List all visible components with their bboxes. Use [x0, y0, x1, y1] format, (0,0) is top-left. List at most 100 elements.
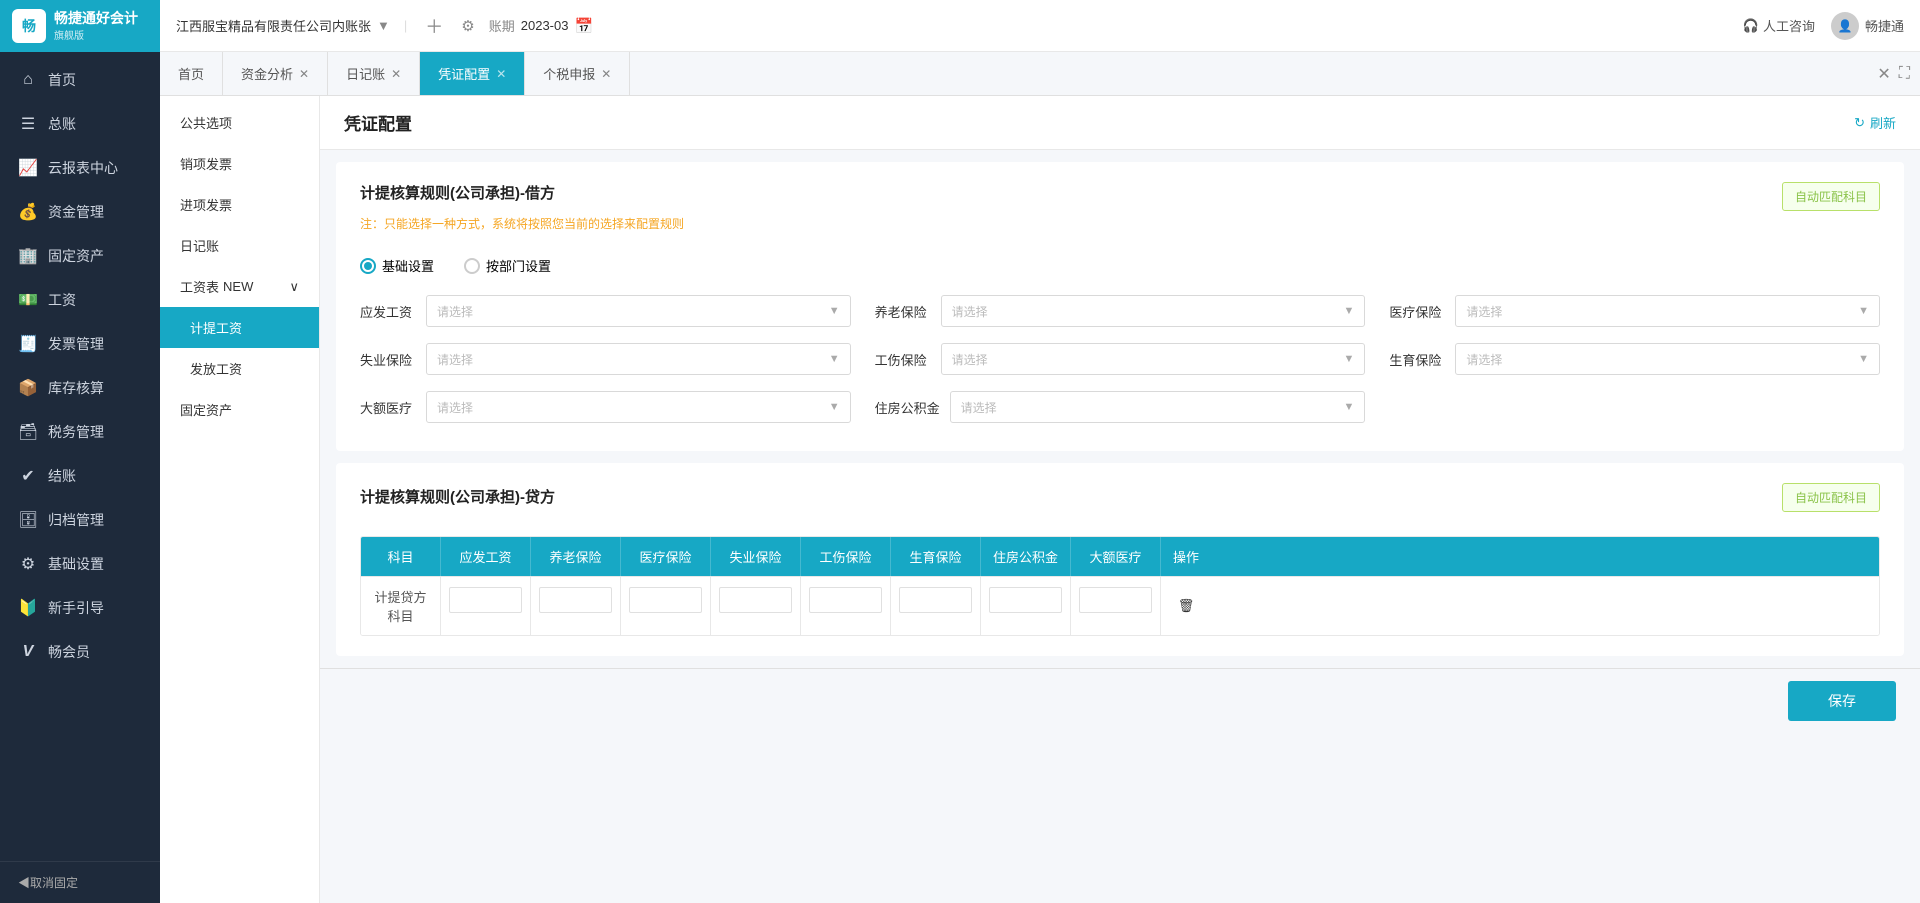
auto-match-credit-button[interactable]: 自动匹配科目 — [1782, 483, 1880, 512]
sidebar-item-assets[interactable]: 🏢 固定资产 — [0, 234, 160, 278]
cell-maternity — [891, 577, 981, 635]
leftnav-sales[interactable]: 销项发票 — [160, 143, 319, 184]
new-badge: NEW — [223, 279, 253, 294]
sidebar-item-tax[interactable]: 🗃 税务管理 — [0, 410, 160, 454]
sidebar-item-inventory[interactable]: 📦 库存核算 — [0, 366, 160, 410]
tab-home[interactable]: 首页 — [160, 52, 223, 95]
tab-funds[interactable]: 资金分析 ✕ — [223, 52, 328, 95]
save-bar: 保存 — [320, 668, 1920, 733]
user-menu[interactable]: 👤 畅捷通 — [1831, 12, 1904, 40]
auto-match-debit-button[interactable]: 自动匹配科目 — [1782, 182, 1880, 211]
injury-chevron-icon: ▼ — [1343, 353, 1354, 365]
row-label: 计提贷方科目 — [361, 577, 441, 635]
sidebar-nav: ⌂ 首页 ☰ 总账 📈 云报表中心 💰 资金管理 🏢 固定资产 💵 工资 🧾 发… — [0, 52, 160, 861]
salary-select[interactable]: 请选择 ▼ — [426, 295, 851, 327]
maternity-label: 生育保险 — [1389, 350, 1445, 369]
tab-journal-close-icon[interactable]: ✕ — [391, 67, 401, 81]
injury-label: 工伤保险 — [875, 350, 931, 369]
topbar-divider: | — [404, 18, 407, 33]
leftnav-public[interactable]: 公共选项 — [160, 102, 319, 143]
pension-chevron-icon: ▼ — [1343, 305, 1354, 317]
table-row: 计提贷方科目 — [361, 576, 1879, 635]
tab-expand-icon[interactable]: ⛶ — [1899, 65, 1910, 83]
input-injury[interactable] — [809, 587, 882, 613]
salary-label: 应发工资 — [360, 302, 416, 321]
medical-select[interactable]: 请选择 ▼ — [1455, 295, 1880, 327]
input-pension[interactable] — [539, 587, 612, 613]
leftnav-fixed[interactable]: 固定资产 — [160, 389, 319, 430]
field-medical: 医疗保险 请选择 ▼ — [1389, 295, 1880, 327]
input-housingfund[interactable] — [989, 587, 1062, 613]
radio-dept[interactable]: 按部门设置 — [464, 256, 551, 275]
field-housingfund: 住房公积金 请选择 ▼ — [875, 391, 1366, 423]
debit-section: 计提核算规则(公司承担)-借方 注：只能选择一种方式，系统将按照您当前的选择来配… — [336, 162, 1904, 451]
col-action: 操作 — [1161, 537, 1211, 576]
tab-voucher[interactable]: 凭证配置 ✕ — [420, 52, 525, 95]
unemployment-select[interactable]: 请选择 ▼ — [426, 343, 851, 375]
input-medical[interactable] — [629, 587, 702, 613]
period-selector[interactable]: 账期 2023-03 📅 — [489, 16, 593, 35]
cell-salary — [441, 577, 531, 635]
sidebar-item-funds[interactable]: 💰 资金管理 — [0, 190, 160, 234]
logo-icon: 畅 — [12, 9, 46, 43]
radio-dept-circle — [464, 258, 480, 274]
leftnav-payment[interactable]: 发放工资 — [160, 348, 319, 389]
tab-close-icon[interactable]: ✕ — [1877, 64, 1890, 84]
credit-section: 计提核算规则(公司承担)-贷方 自动匹配科目 科目 应发工资 养老保险 医疗保险… — [336, 463, 1904, 656]
input-maternity[interactable] — [899, 587, 972, 613]
sidebar-item-ledger[interactable]: ☰ 总账 — [0, 102, 160, 146]
input-bigmedical[interactable] — [1079, 587, 1152, 613]
sidebar-item-reports[interactable]: 📈 云报表中心 — [0, 146, 160, 190]
tab-voucher-close-icon[interactable]: ✕ — [496, 67, 506, 81]
cancel-fixed[interactable]: ◀取消固定 — [0, 861, 160, 903]
username: 畅捷通 — [1865, 16, 1904, 35]
company-name: 江西服宝精品有限责任公司内账张 — [176, 16, 371, 35]
sidebar-item-archive[interactable]: 🗄 归档管理 — [0, 498, 160, 542]
debit-section-title: 计提核算规则(公司承担)-借方 — [360, 182, 684, 203]
sidebar-item-guide[interactable]: 🔰 新手引导 — [0, 586, 160, 630]
leftnav-purchase[interactable]: 进项发票 — [160, 184, 319, 225]
company-selector[interactable]: 江西服宝精品有限责任公司内账张 ▼ — [176, 16, 390, 35]
ledger-icon: ☰ — [18, 114, 38, 134]
housingfund-select[interactable]: 请选择 ▼ — [950, 391, 1366, 423]
leftnav-payroll-table[interactable]: 工资表 NEW ∨ — [160, 266, 319, 307]
input-salary[interactable] — [449, 587, 522, 613]
radio-basic[interactable]: 基础设置 — [360, 256, 434, 275]
refresh-button[interactable]: ↻ 刷新 — [1854, 113, 1896, 132]
save-button[interactable]: 保存 — [1788, 681, 1896, 721]
sidebar-item-invoice[interactable]: 🧾 发票管理 — [0, 322, 160, 366]
radio-basic-circle — [360, 258, 376, 274]
tab-funds-close-icon[interactable]: ✕ — [299, 67, 309, 81]
sidebar-item-member[interactable]: V 畅会员 — [0, 630, 160, 674]
col-maternity: 生育保险 — [891, 537, 981, 576]
input-unemployment[interactable] — [719, 587, 792, 613]
leftnav-accrual[interactable]: 计提工资 — [160, 307, 319, 348]
bigmedical-select[interactable]: 请选择 ▼ — [426, 391, 851, 423]
home-icon: ⌂ — [18, 71, 38, 89]
unemployment-chevron-icon: ▼ — [829, 353, 840, 365]
checkout-icon: ✔ — [18, 466, 38, 486]
logo-sub: 旗舰版 — [54, 27, 138, 42]
pension-select[interactable]: 请选择 ▼ — [941, 295, 1366, 327]
cell-unemployment — [711, 577, 801, 635]
leftnav-journal[interactable]: 日记账 — [160, 225, 319, 266]
settings-gear-icon[interactable]: ⚙ — [457, 17, 478, 35]
calendar-icon[interactable]: 📅 — [574, 17, 593, 35]
bigmedical-chevron-icon: ▼ — [829, 401, 840, 413]
cell-action[interactable]: 🗑 — [1161, 577, 1211, 635]
sidebar-item-home[interactable]: ⌂ 首页 — [0, 58, 160, 102]
delete-icon[interactable]: 🗑 — [1178, 598, 1195, 614]
refresh-icon: ↻ — [1854, 115, 1865, 131]
sidebar-item-salary[interactable]: 💵 工资 — [0, 278, 160, 322]
sidebar: 畅 畅捷通好会计 旗舰版 ⌂ 首页 ☰ 总账 📈 云报表中心 💰 资金管理 🏢 … — [0, 0, 160, 903]
support-button[interactable]: 🎧 人工咨询 — [1743, 16, 1815, 35]
tab-journal[interactable]: 日记账 ✕ — [328, 52, 420, 95]
injury-select[interactable]: 请选择 ▼ — [941, 343, 1366, 375]
housingfund-label: 住房公积金 — [875, 398, 940, 417]
add-company-icon[interactable]: ＋ — [421, 13, 447, 39]
maternity-select[interactable]: 请选择 ▼ — [1455, 343, 1880, 375]
sidebar-item-checkout[interactable]: ✔ 结账 — [0, 454, 160, 498]
tab-tax[interactable]: 个税申报 ✕ — [525, 52, 630, 95]
tab-tax-close-icon[interactable]: ✕ — [601, 67, 611, 81]
sidebar-item-settings[interactable]: ⚙ 基础设置 — [0, 542, 160, 586]
